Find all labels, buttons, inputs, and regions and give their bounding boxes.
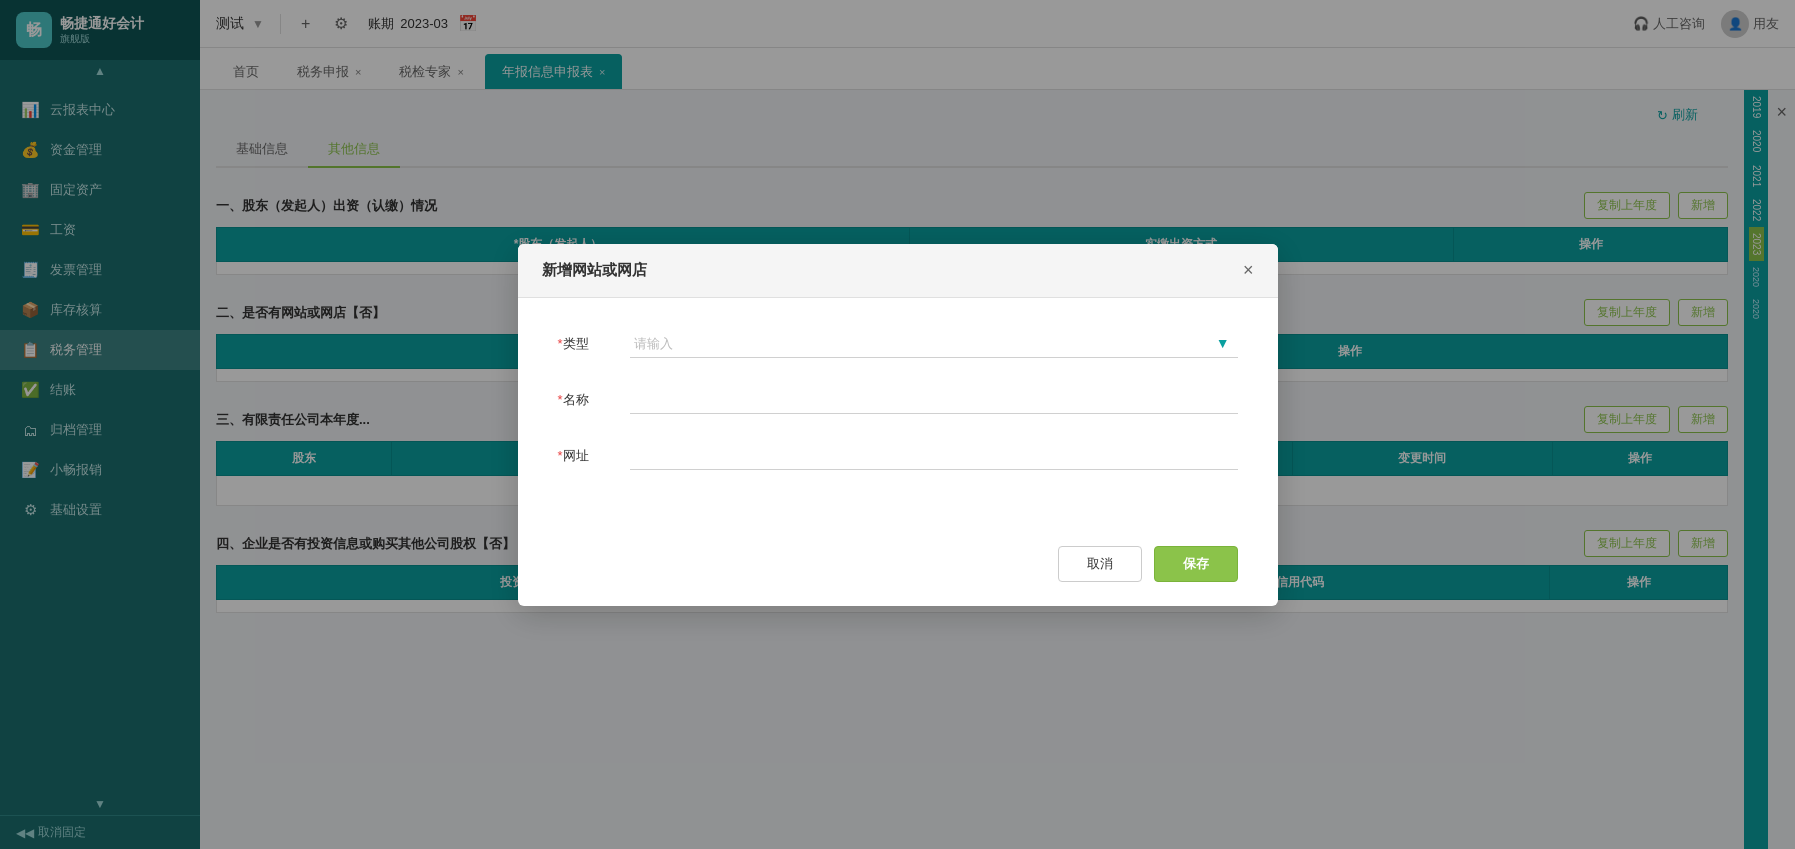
form-row-url: *网址 (558, 442, 1238, 470)
cancel-button[interactable]: 取消 (1058, 546, 1142, 582)
form-label-type: *类型 (558, 335, 618, 353)
form-row-name: *名称 (558, 386, 1238, 414)
form-input-wrap-url (630, 442, 1238, 470)
save-button[interactable]: 保存 (1154, 546, 1238, 582)
url-input[interactable] (630, 442, 1238, 469)
type-input[interactable] (630, 330, 1238, 357)
modal-title: 新增网站或网店 (542, 261, 647, 280)
modal-footer: 取消 保存 (518, 530, 1278, 606)
modal-overlay[interactable]: 新增网站或网店 × *类型 ▼ *名称 (0, 0, 1795, 849)
form-row-type: *类型 ▼ (558, 330, 1238, 358)
form-input-wrap-type: ▼ (630, 330, 1238, 358)
form-label-name: *名称 (558, 391, 618, 409)
form-input-wrap-name (630, 386, 1238, 414)
modal-body: *类型 ▼ *名称 *网址 (518, 298, 1278, 530)
modal-close-button[interactable]: × (1243, 260, 1254, 281)
modal-add-website: 新增网站或网店 × *类型 ▼ *名称 (518, 244, 1278, 606)
name-input[interactable] (630, 386, 1238, 413)
modal-header: 新增网站或网店 × (518, 244, 1278, 298)
form-label-url: *网址 (558, 447, 618, 465)
